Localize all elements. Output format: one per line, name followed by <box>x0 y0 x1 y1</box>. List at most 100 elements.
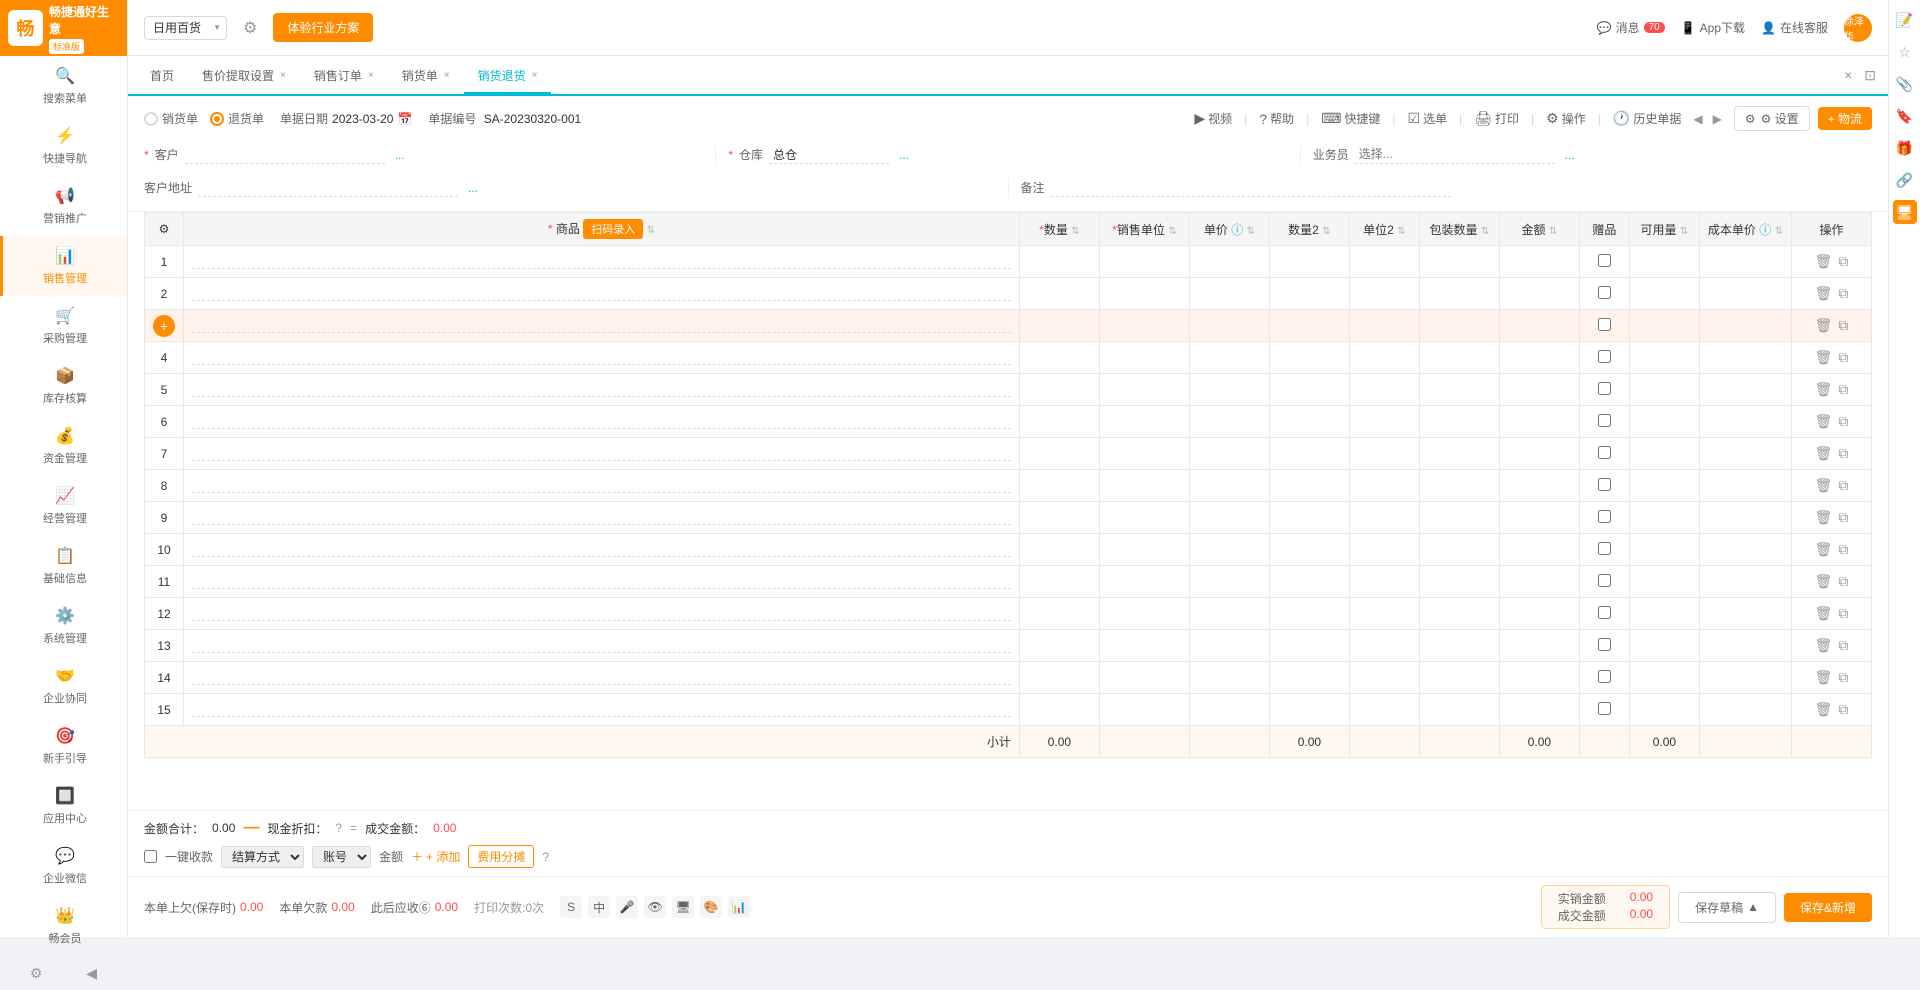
sidebar-item-system[interactable]: ⚙️ 系统管理 <box>0 596 127 656</box>
sidebar-item-shortcut[interactable]: ⚡ 快捷导航 <box>0 116 127 176</box>
copy-btn-5[interactable]: ⧉ <box>1838 381 1848 398</box>
gift-checkbox-9[interactable] <box>1598 510 1611 523</box>
trial-btn[interactable]: 体验行业方案 <box>273 13 373 42</box>
amount-cell-8[interactable] <box>1499 470 1579 502</box>
th-avail-sort[interactable]: ⇅ <box>1680 226 1688 237</box>
unit-cell-2[interactable] <box>1099 278 1189 310</box>
bottom-icon-5[interactable]: 🖥 <box>672 896 694 918</box>
product-cell-11[interactable] <box>184 566 1020 598</box>
th-cost-sort[interactable]: ⇅ <box>1775 226 1783 237</box>
gift-cell-1[interactable] <box>1579 246 1629 278</box>
save-new-btn[interactable]: 保存&新增 <box>1784 893 1872 922</box>
gift-checkbox-13[interactable] <box>1598 638 1611 651</box>
pack-qty-cell-7[interactable] <box>1419 438 1499 470</box>
copy-btn-7[interactable]: ⧉ <box>1838 445 1848 462</box>
sidebar-item-wechat[interactable]: 💬 企业微信 <box>0 836 127 896</box>
copy-btn-6[interactable]: ⧉ <box>1838 413 1848 430</box>
bottom-icon-7[interactable]: 📊 <box>728 896 750 918</box>
customer-input[interactable] <box>185 145 385 164</box>
qty2-cell-1[interactable] <box>1269 246 1349 278</box>
delete-btn-12[interactable]: 🗑 <box>1815 605 1833 622</box>
copy-btn-8[interactable]: ⧉ <box>1838 477 1848 494</box>
pack-qty-cell-5[interactable] <box>1419 374 1499 406</box>
user-item[interactable]: 徐泽华 <box>1844 14 1872 42</box>
delete-btn-4[interactable]: 🗑 <box>1815 349 1833 366</box>
industry-select[interactable]: 日用百货 <box>144 16 227 40</box>
sidebar-item-marketing[interactable]: 📢 营销推广 <box>0 176 127 236</box>
product-input-6[interactable] <box>192 414 1011 429</box>
gift-checkbox-14[interactable] <box>1598 670 1611 683</box>
calendar-icon[interactable]: 📅 <box>397 112 412 126</box>
right-panel-gift[interactable]: 🎁 <box>1893 136 1917 160</box>
product-cell-6[interactable] <box>184 406 1020 438</box>
right-panel-star[interactable]: ☆ <box>1893 40 1917 64</box>
th-unit-sort[interactable]: ⇅ <box>1168 226 1176 237</box>
gift-cell-15[interactable] <box>1579 694 1629 726</box>
avail-cell-4[interactable] <box>1629 342 1699 374</box>
gift-cell-4[interactable] <box>1579 342 1629 374</box>
qty-cell-2[interactable] <box>1019 278 1099 310</box>
tab-sale-price[interactable]: 售价提取设置× <box>188 59 300 94</box>
delete-btn-9[interactable]: 🗑 <box>1815 509 1833 526</box>
product-input-10[interactable] <box>192 542 1011 557</box>
tab-close-sale-order[interactable]: × <box>368 70 374 81</box>
delete-btn-14[interactable]: 🗑 <box>1815 669 1833 686</box>
price-cell-15[interactable] <box>1189 694 1269 726</box>
qty2-cell-13[interactable] <box>1269 630 1349 662</box>
cost-price-cell-13[interactable] <box>1699 630 1791 662</box>
warehouse-more[interactable]: ... <box>899 148 909 162</box>
price-cell-3[interactable] <box>1189 310 1269 342</box>
cost-price-cell-6[interactable] <box>1699 406 1791 438</box>
next-arrow[interactable]: ▶ <box>1709 110 1726 128</box>
avail-cell-15[interactable] <box>1629 694 1699 726</box>
qty2-cell-7[interactable] <box>1269 438 1349 470</box>
gift-cell-9[interactable] <box>1579 502 1629 534</box>
gift-cell-6[interactable] <box>1579 406 1629 438</box>
delete-btn-10[interactable]: 🗑 <box>1815 541 1833 558</box>
amount-cell-15[interactable] <box>1499 694 1579 726</box>
qty2-cell-12[interactable] <box>1269 598 1349 630</box>
video-action[interactable]: ▶ 视频 <box>1194 110 1232 127</box>
tab-home[interactable]: 首页 <box>136 59 188 94</box>
radio-delivery[interactable]: 销货单 <box>144 110 198 127</box>
copy-btn-13[interactable]: ⧉ <box>1838 637 1848 654</box>
unit-cell-7[interactable] <box>1099 438 1189 470</box>
unit2-cell-15[interactable] <box>1349 694 1419 726</box>
product-input-7[interactable] <box>192 446 1011 461</box>
delete-btn-15[interactable]: 🗑 <box>1815 701 1833 718</box>
product-input-9[interactable] <box>192 510 1011 525</box>
gift-checkbox-6[interactable] <box>1598 414 1611 427</box>
qty-cell-3[interactable] <box>1019 310 1099 342</box>
delete-btn-2[interactable]: 🗑 <box>1815 285 1833 302</box>
bottom-icon-4[interactable]: 👁 <box>644 896 666 918</box>
unit-cell-10[interactable] <box>1099 534 1189 566</box>
unit2-cell-11[interactable] <box>1349 566 1419 598</box>
unit-cell-4[interactable] <box>1099 342 1189 374</box>
qty-cell-7[interactable] <box>1019 438 1099 470</box>
copy-btn-10[interactable]: ⧉ <box>1838 541 1848 558</box>
unit2-cell-8[interactable] <box>1349 470 1419 502</box>
qty-cell-15[interactable] <box>1019 694 1099 726</box>
qty2-cell-14[interactable] <box>1269 662 1349 694</box>
bottom-icon-3[interactable]: 🎤 <box>616 896 638 918</box>
copy-btn-4[interactable]: ⧉ <box>1838 349 1848 366</box>
avail-cell-5[interactable] <box>1629 374 1699 406</box>
product-cell-15[interactable] <box>184 694 1020 726</box>
qty2-cell-4[interactable] <box>1269 342 1349 374</box>
copy-btn-14[interactable]: ⧉ <box>1838 669 1848 686</box>
avail-cell-7[interactable] <box>1629 438 1699 470</box>
amount-cell-10[interactable] <box>1499 534 1579 566</box>
gift-checkbox-8[interactable] <box>1598 478 1611 491</box>
footer-help-icon[interactable]: ? <box>542 850 549 864</box>
discount-help-icon[interactable]: ? <box>335 821 342 835</box>
pack-qty-cell-14[interactable] <box>1419 662 1499 694</box>
avail-cell-13[interactable] <box>1629 630 1699 662</box>
cost-price-cell-8[interactable] <box>1699 470 1791 502</box>
cost-info-icon[interactable]: ⓘ <box>1759 223 1771 237</box>
radio-return[interactable]: 退货单 <box>210 110 264 127</box>
amount-cell-1[interactable] <box>1499 246 1579 278</box>
sidebar-item-inventory[interactable]: 📦 库存核算 <box>0 356 127 416</box>
tab-sale-delivery[interactable]: 销货单× <box>388 59 464 94</box>
gift-cell-11[interactable] <box>1579 566 1629 598</box>
pack-qty-cell-15[interactable] <box>1419 694 1499 726</box>
